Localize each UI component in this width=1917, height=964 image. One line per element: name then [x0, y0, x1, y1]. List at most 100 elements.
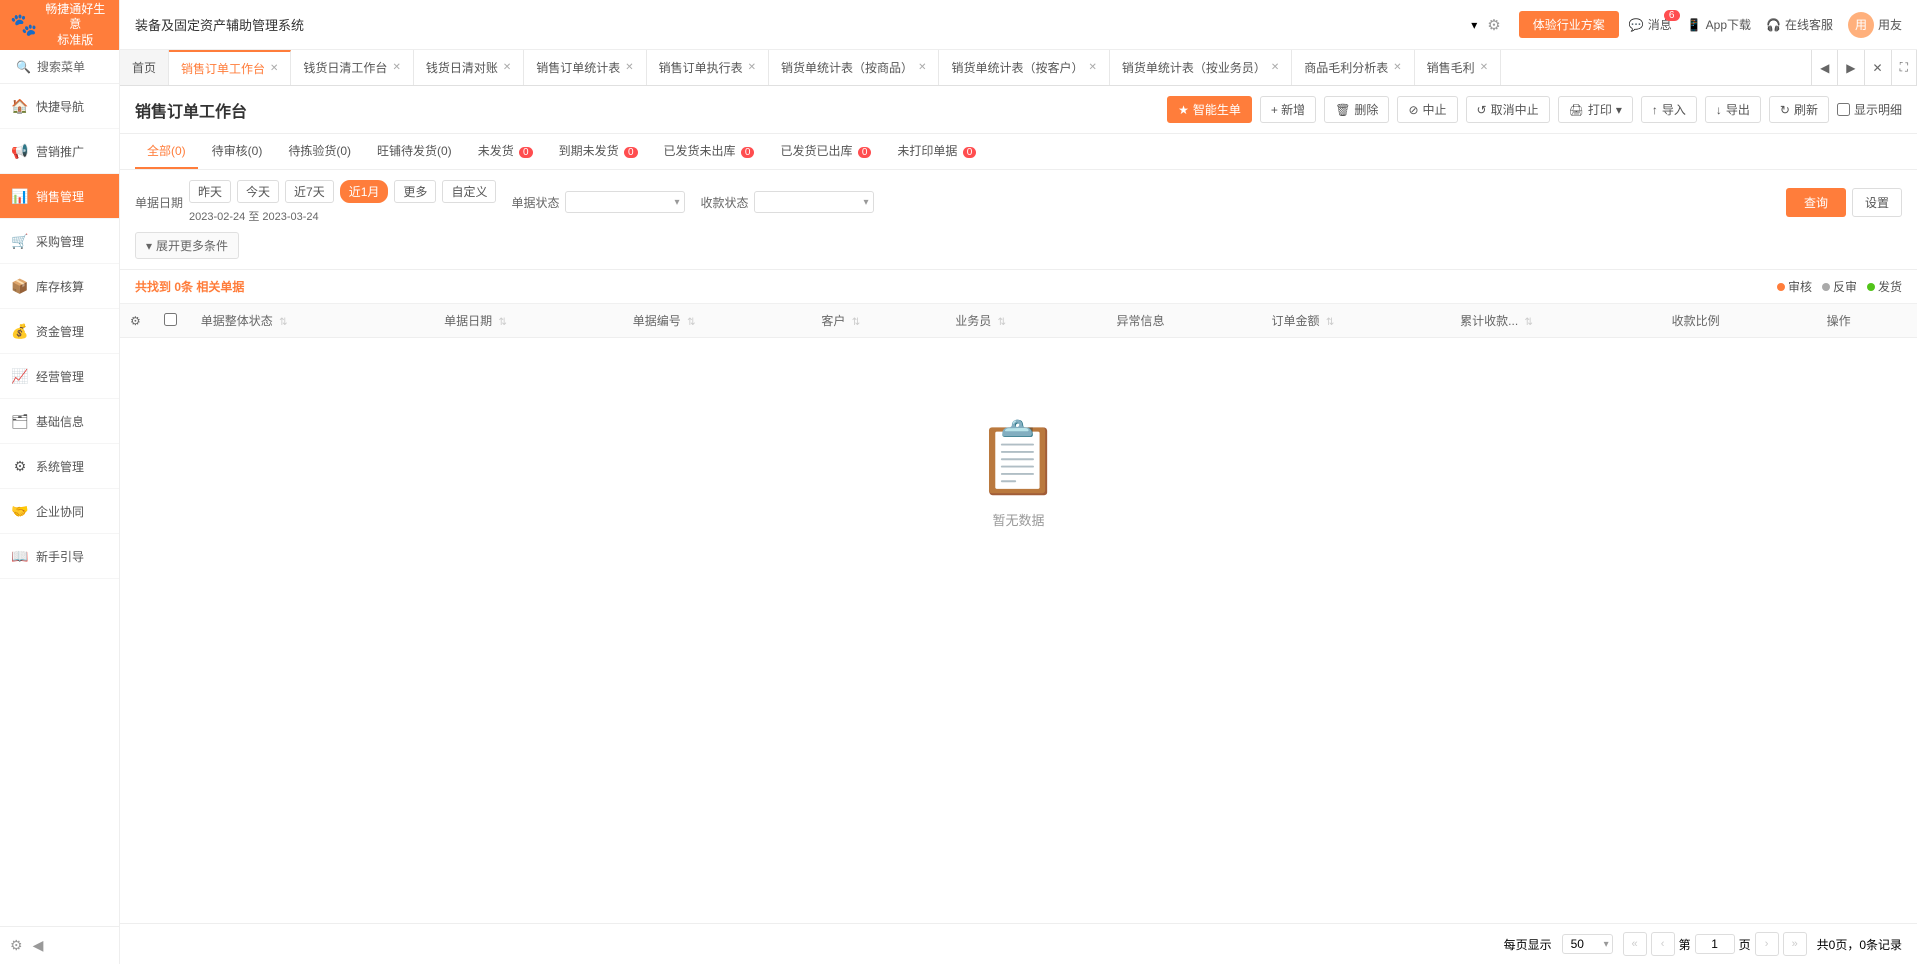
sidebar-item-system[interactable]: ⚙ 系统管理 [0, 444, 119, 489]
sidebar-label-operations: 经营管理 [36, 368, 84, 385]
th-ratio: 收款比例 [1662, 304, 1817, 338]
tab-close-sales-stat4[interactable]: ✕ [1271, 62, 1279, 73]
ship-btn[interactable]: 发货 [1867, 278, 1902, 295]
sidebar-item-enterprise[interactable]: 🤝 企业协同 [0, 489, 119, 534]
show-detail-checkbox[interactable] [1837, 103, 1850, 116]
sidebar-item-sales[interactable]: 📊 销售管理 [0, 174, 119, 219]
date-btn-today[interactable]: 今天 [237, 180, 279, 203]
smart-create-button[interactable]: ★ 智能生单 [1167, 96, 1252, 123]
tab-sales-stat4[interactable]: 销货单统计表（按业务员） ✕ [1110, 50, 1292, 86]
delete-button[interactable]: 🗑 删除 [1324, 96, 1389, 123]
sub-tab-shipped-out[interactable]: 已发货已出库 0 [768, 134, 883, 169]
tab-close-cash-daily[interactable]: ✕ [392, 62, 400, 73]
anti-audit-btn[interactable]: 反审 [1822, 278, 1857, 295]
tab-nav-fullscreen-icon[interactable]: ⛶ [1892, 50, 1917, 86]
th-status-sort[interactable]: ⇅ [279, 317, 287, 328]
message-item[interactable]: 💬 消息 6 [1629, 16, 1672, 33]
tab-home[interactable]: 首页 [120, 50, 169, 86]
sidebar-item-quick-nav[interactable]: 🏠 快捷导航 [0, 84, 119, 129]
sidebar-item-marketing[interactable]: 📢 营销推广 [0, 129, 119, 174]
tab-sales-workbench[interactable]: 销售订单工作台 ✕ [169, 50, 291, 86]
tab-sales-stat[interactable]: 销售订单统计表 ✕ [524, 50, 646, 86]
tab-close-sales-stat2[interactable]: ✕ [918, 62, 926, 73]
tab-close-sales-stat3[interactable]: ✕ [1088, 62, 1096, 73]
tab-sales-stat2[interactable]: 销货单统计表（按商品） ✕ [769, 50, 939, 86]
tab-close-sales-exec[interactable]: ✕ [748, 62, 756, 73]
import-button[interactable]: ↑ 导入 [1641, 96, 1697, 123]
page-size-select[interactable]: 10 20 50 100 [1562, 934, 1613, 954]
date-btn-more[interactable]: 更多 [394, 180, 436, 203]
tab-close-sales-stat[interactable]: ✕ [625, 62, 633, 73]
sub-tab-all[interactable]: 全部(0) [135, 134, 198, 169]
date-btn-1month[interactable]: 近1月 [340, 180, 389, 203]
date-btn-custom[interactable]: 自定义 [442, 180, 496, 203]
export-button[interactable]: ↓ 导出 [1705, 96, 1761, 123]
tab-nav-close-icon[interactable]: ✕ [1865, 50, 1892, 86]
tab-nav-prev[interactable]: ◀ [1812, 50, 1838, 86]
th-customer-sort[interactable]: ⇅ [852, 317, 860, 328]
sidebar-item-operations[interactable]: 📈 经营管理 [0, 354, 119, 399]
topbar-settings-icon[interactable]: ⚙ [1487, 16, 1500, 34]
column-settings-icon[interactable]: ⚙ [130, 314, 141, 328]
user-label: 用友 [1878, 16, 1902, 33]
collapse-icon[interactable]: ◀ [33, 937, 44, 954]
tab-nav-next[interactable]: ▶ [1838, 50, 1864, 86]
tab-sales-profit[interactable]: 销售毛利 ✕ [1415, 50, 1501, 86]
sub-tab-shipped-not-out[interactable]: 已发货未出库 0 [652, 134, 767, 169]
th-amount-sort[interactable]: ⇅ [1326, 317, 1334, 328]
sub-tab-expired[interactable]: 到期未发货 0 [547, 134, 650, 169]
sub-tab-not-printed[interactable]: 未打印单据 0 [885, 134, 988, 169]
sub-tab-not-shipped[interactable]: 未发货 0 [466, 134, 545, 169]
query-button[interactable]: 查询 [1786, 188, 1846, 217]
sidebar-item-inventory[interactable]: 📦 库存核算 [0, 264, 119, 309]
page-next-btn[interactable]: › [1755, 932, 1779, 956]
sub-tab-pending[interactable]: 待审核(0) [200, 134, 275, 169]
print-button[interactable]: 🖨 打印 ▾ [1558, 96, 1633, 123]
tab-close-cash-reconcile[interactable]: ✕ [503, 62, 511, 73]
page-prev-btn[interactable]: ‹ [1651, 932, 1675, 956]
stop-button[interactable]: ⊘ 中止 [1397, 96, 1457, 123]
th-no-sort[interactable]: ⇅ [687, 317, 695, 328]
user-item[interactable]: 用 用友 [1848, 12, 1902, 38]
filter-row-1: 单据日期 昨天 今天 近7天 近1月 更多 自定义 2023-02-24 至 2… [135, 180, 1902, 224]
expand-btn[interactable]: ▾ 展开更多条件 [135, 232, 239, 259]
refresh-button[interactable]: ↻ 刷新 [1769, 96, 1829, 123]
status-select[interactable] [565, 191, 685, 213]
tab-close-sales-profit[interactable]: ✕ [1480, 62, 1488, 73]
th-collected-sort[interactable]: ⇅ [1525, 317, 1533, 328]
tab-sales-stat3[interactable]: 销货单统计表（按客户） ✕ [939, 50, 1109, 86]
select-all-checkbox[interactable] [164, 313, 177, 326]
sub-tab-pending-inspect[interactable]: 待拣验货(0) [276, 134, 363, 169]
tab-close-sales-workbench[interactable]: ✕ [270, 63, 278, 74]
set-button[interactable]: 设置 [1852, 188, 1902, 217]
table-header: ⚙ 单据整体状态 ⇅ 单据日期 ⇅ [120, 304, 1917, 338]
sidebar-item-purchase[interactable]: 🛒 采购管理 [0, 219, 119, 264]
audit-btn[interactable]: 审核 [1777, 278, 1812, 295]
settings-icon[interactable]: ⚙ [10, 937, 23, 954]
sidebar-item-guide[interactable]: 📖 新手引导 [0, 534, 119, 579]
sidebar-item-finance[interactable]: 💰 资金管理 [0, 309, 119, 354]
sidebar-item-basic-info[interactable]: 🗂 基础信息 [0, 399, 119, 444]
date-btn-7days[interactable]: 近7天 [285, 180, 334, 203]
search-menu[interactable]: 🔍 搜索菜单 [0, 50, 119, 84]
th-date-sort[interactable]: ⇅ [498, 317, 506, 328]
cancel-stop-button[interactable]: ↺ 取消中止 [1466, 96, 1550, 123]
tab-cash-reconcile[interactable]: 钱货日清对账 ✕ [414, 50, 524, 86]
th-salesman-sort[interactable]: ⇅ [998, 317, 1006, 328]
online-service-item[interactable]: 🎧 在线客服 [1766, 16, 1833, 33]
page-input[interactable] [1695, 934, 1735, 954]
th-amount: 订单金额 ⇅ [1262, 304, 1451, 338]
topbar-dropdown-icon[interactable]: ▾ [1471, 18, 1477, 32]
tab-close-profit[interactable]: ✕ [1393, 62, 1401, 73]
date-btn-yesterday[interactable]: 昨天 [189, 180, 231, 203]
page-first-btn[interactable]: « [1623, 932, 1647, 956]
tab-profit[interactable]: 商品毛利分析表 ✕ [1292, 50, 1414, 86]
app-download-item[interactable]: 📱 App下载 [1687, 16, 1751, 33]
tab-sales-exec[interactable]: 销售订单执行表 ✕ [647, 50, 769, 86]
payment-select[interactable] [754, 191, 874, 213]
sub-tab-wangpu[interactable]: 旺铺待发货(0) [365, 134, 464, 169]
new-button[interactable]: + 新增 [1260, 96, 1316, 123]
page-last-btn[interactable]: » [1783, 932, 1807, 956]
industry-solution-button[interactable]: 体验行业方案 [1519, 11, 1619, 38]
tab-cash-daily[interactable]: 钱货日清工作台 ✕ [291, 50, 413, 86]
